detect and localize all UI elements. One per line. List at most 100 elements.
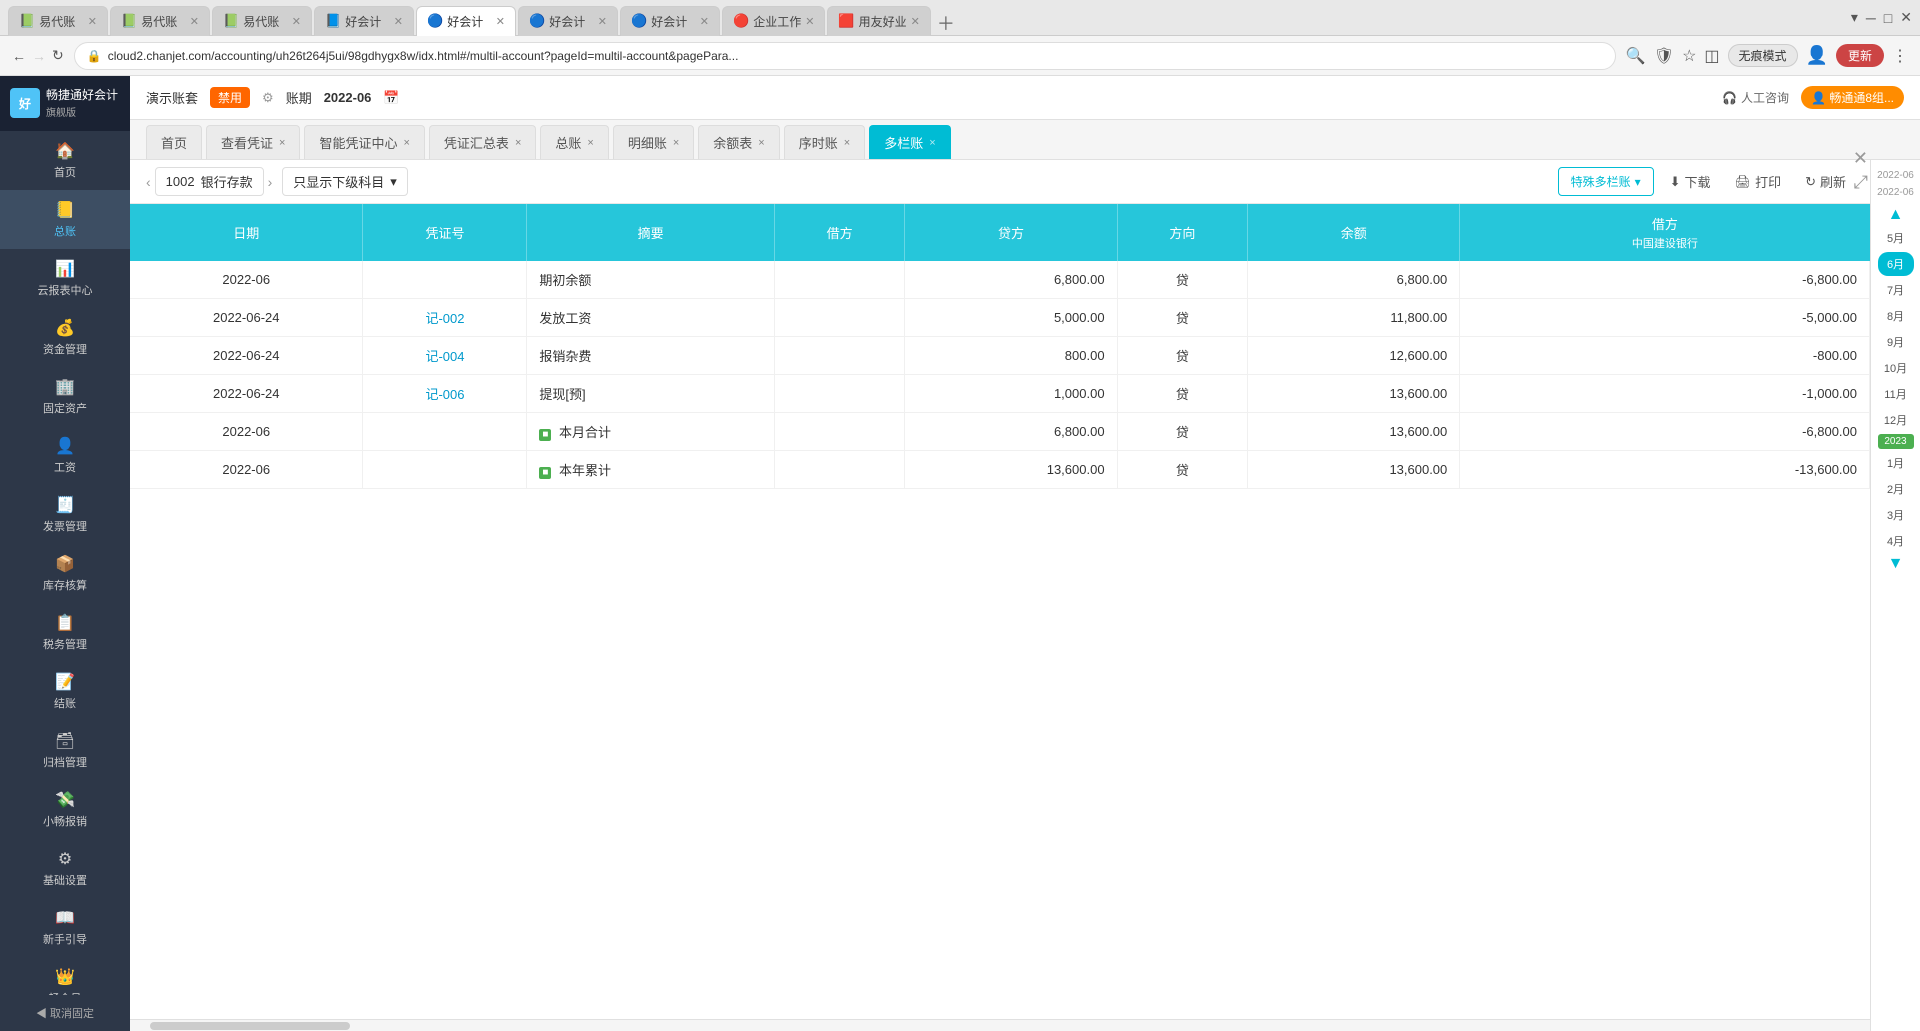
sidebar-item-assets[interactable]: 🏢 固定资产 — [0, 367, 130, 426]
tab-detail-ledger[interactable]: 明细账 × — [613, 125, 694, 159]
tab-9-close[interactable]: ✕ — [911, 15, 920, 28]
tab-voucher[interactable]: 查看凭证 × — [206, 125, 300, 159]
prev-account-button[interactable]: ‹ — [146, 174, 151, 190]
refresh-button[interactable]: ↻ 刷新 — [1797, 167, 1854, 196]
browser-tab-6[interactable]: 🔵 好会计 ✕ — [518, 6, 618, 36]
tab-dl-close[interactable]: × — [673, 137, 679, 149]
panel-month-9[interactable]: 9月 — [1878, 330, 1914, 354]
sidebar-item-expense[interactable]: 💸 小畅报销 — [0, 780, 130, 839]
panel-month-11[interactable]: 11月 — [1878, 382, 1914, 406]
tab-mc-close[interactable]: × — [929, 137, 935, 149]
tab-gl-close[interactable]: × — [587, 137, 593, 149]
tab-smart-close[interactable]: × — [403, 137, 409, 149]
browser-tab-5[interactable]: 🔵 好会计 ✕ — [416, 6, 516, 36]
menu-icon[interactable]: ⋮ — [1892, 46, 1908, 66]
tab-1-close[interactable]: ✕ — [88, 15, 97, 28]
panel-month-3-2023[interactable]: 3月 — [1878, 503, 1914, 527]
update-button[interactable]: 更新 — [1836, 44, 1884, 67]
sidebar-item-tax[interactable]: 📋 税务管理 — [0, 603, 130, 662]
sidebar-toggle-icon[interactable]: ◫ — [1704, 46, 1719, 66]
sidebar-item-funds[interactable]: 💰 资金管理 — [0, 308, 130, 367]
cell-voucher-2[interactable]: 记-002 — [363, 299, 527, 337]
browser-tab-2[interactable]: 📗 易代账 ✕ — [110, 6, 210, 36]
print-button[interactable]: 🖨 打印 — [1727, 167, 1790, 196]
sidebar-item-home[interactable]: 🏠 首页 — [0, 131, 130, 190]
sidebar-item-reports[interactable]: 📊 云报表中心 — [0, 249, 130, 308]
next-account-button[interactable]: › — [268, 174, 273, 190]
user-badge[interactable]: 👤 畅通通8组... — [1801, 86, 1904, 109]
download-button[interactable]: ⬇ 下载 — [1662, 167, 1719, 196]
tab-voucher-close[interactable]: × — [279, 137, 285, 149]
shield-icon[interactable]: 🛡 — [1654, 46, 1674, 66]
back-button[interactable]: ← — [12, 48, 26, 64]
minimize-icon[interactable]: ─ — [1866, 10, 1876, 26]
browser-tab-3[interactable]: 📗 易代账 ✕ — [212, 6, 312, 36]
sidebar-item-vip[interactable]: 👑 畅会员 — [0, 957, 130, 995]
tab-8-close[interactable]: ✕ — [805, 15, 814, 28]
sidebar-item-archive[interactable]: 🗃 归档管理 — [0, 721, 130, 780]
new-tab-button[interactable]: ＋ — [937, 10, 955, 36]
sidebar-footer[interactable]: ◀ 取消固定 — [0, 995, 130, 1031]
tab-seq-close[interactable]: × — [844, 137, 850, 149]
tab-sequence[interactable]: 序时账 × — [784, 125, 865, 159]
sidebar-item-inventory[interactable]: 📦 库存核算 — [0, 544, 130, 603]
scroll-thumb[interactable] — [150, 1022, 350, 1030]
search-icon[interactable]: 🔍 — [1626, 46, 1646, 66]
panel-scroll-down-button[interactable]: ▼ — [1888, 555, 1904, 573]
sidebar-item-guide[interactable]: 📖 新手引导 — [0, 898, 130, 957]
tab-7-close[interactable]: ✕ — [700, 15, 709, 28]
tab-summary-close[interactable]: × — [515, 137, 521, 149]
cell-voucher-4[interactable]: 记-006 — [363, 375, 527, 413]
tab-3-close[interactable]: ✕ — [292, 15, 301, 28]
user-account-icon[interactable]: 👤 — [1806, 45, 1828, 66]
panel-month-1-2023[interactable]: 1月 — [1878, 451, 1914, 475]
tab-6-close[interactable]: ✕ — [598, 15, 607, 28]
sidebar-item-ledger[interactable]: 📒 总账 — [0, 190, 130, 249]
panel-month-10[interactable]: 10月 — [1878, 356, 1914, 380]
panel-month-5[interactable]: 5月 — [1878, 226, 1914, 250]
restore-icon[interactable]: □ — [1884, 10, 1892, 26]
panel-month-2-2023[interactable]: 2月 — [1878, 477, 1914, 501]
panel-month-12[interactable]: 12月 — [1878, 408, 1914, 432]
calendar-icon[interactable]: 📅 — [383, 90, 399, 106]
sub-filter[interactable]: 只显示下级科目 ▾ — [282, 167, 408, 196]
browser-tab-9[interactable]: 🟥 用友好业 ✕ — [827, 6, 930, 36]
browser-tab-8[interactable]: 🔴 企业工作 ✕ — [722, 6, 825, 36]
reload-button[interactable]: ↻ — [52, 47, 64, 64]
sidebar-item-settings[interactable]: ⚙ 基础设置 — [0, 839, 130, 898]
browser-tab-7[interactable]: 🔵 好会计 ✕ — [620, 6, 720, 36]
account-selector[interactable]: 1002 银行存款 — [155, 167, 264, 196]
tab-summary[interactable]: 凭证汇总表 × — [429, 125, 536, 159]
panel-month-4-2023[interactable]: 4月 — [1878, 529, 1914, 553]
browser-tab-1[interactable]: 📗 易代账 ✕ — [8, 6, 108, 36]
incognito-button[interactable]: 无痕模式 — [1728, 44, 1798, 67]
sidebar-item-close[interactable]: 📝 结账 — [0, 662, 130, 721]
panel-month-8[interactable]: 8月 — [1878, 304, 1914, 328]
url-bar[interactable]: 🔒 cloud2.chanjet.com/accounting/uh26t264… — [74, 42, 1616, 70]
browser-tab-4[interactable]: 📘 好会计 ✕ — [314, 6, 414, 36]
tab-balance-close[interactable]: × — [758, 137, 764, 149]
star-icon[interactable]: ☆ — [1682, 46, 1696, 66]
tab-home[interactable]: 首页 — [146, 125, 202, 159]
tab-2-close[interactable]: ✕ — [190, 15, 199, 28]
consult-button[interactable]: 🎧 人工咨询 — [1722, 89, 1789, 106]
tab-general-ledger[interactable]: 总账 × — [540, 125, 608, 159]
panel-scroll-up-button[interactable]: ▲ — [1888, 206, 1904, 224]
settings-gear-icon[interactable]: ⚙ — [262, 90, 274, 106]
forward-button[interactable]: → — [32, 48, 46, 64]
panel-month-6[interactable]: 6月 — [1878, 252, 1914, 276]
horizontal-scrollbar[interactable] — [130, 1019, 1870, 1031]
panel-expand-button[interactable]: ⤢ — [1854, 172, 1868, 193]
sidebar-item-invoice[interactable]: 🧾 发票管理 — [0, 485, 130, 544]
tab-list-icon[interactable]: ▾ — [1851, 9, 1858, 26]
close-window-icon[interactable]: ✕ — [1900, 9, 1912, 26]
panel-month-7[interactable]: 7月 — [1878, 278, 1914, 302]
special-multi-button[interactable]: 特殊多栏账 ▾ — [1558, 167, 1654, 196]
tab-5-close[interactable]: ✕ — [496, 15, 505, 28]
cell-voucher-3[interactable]: 记-004 — [363, 337, 527, 375]
panel-close-button[interactable]: ✕ — [1853, 160, 1868, 169]
tab-multi-column[interactable]: 多栏账 × — [869, 125, 950, 159]
sidebar-item-salary[interactable]: 👤 工资 — [0, 426, 130, 485]
tab-4-close[interactable]: ✕ — [394, 15, 403, 28]
tab-smart-voucher[interactable]: 智能凭证中心 × — [304, 125, 424, 159]
